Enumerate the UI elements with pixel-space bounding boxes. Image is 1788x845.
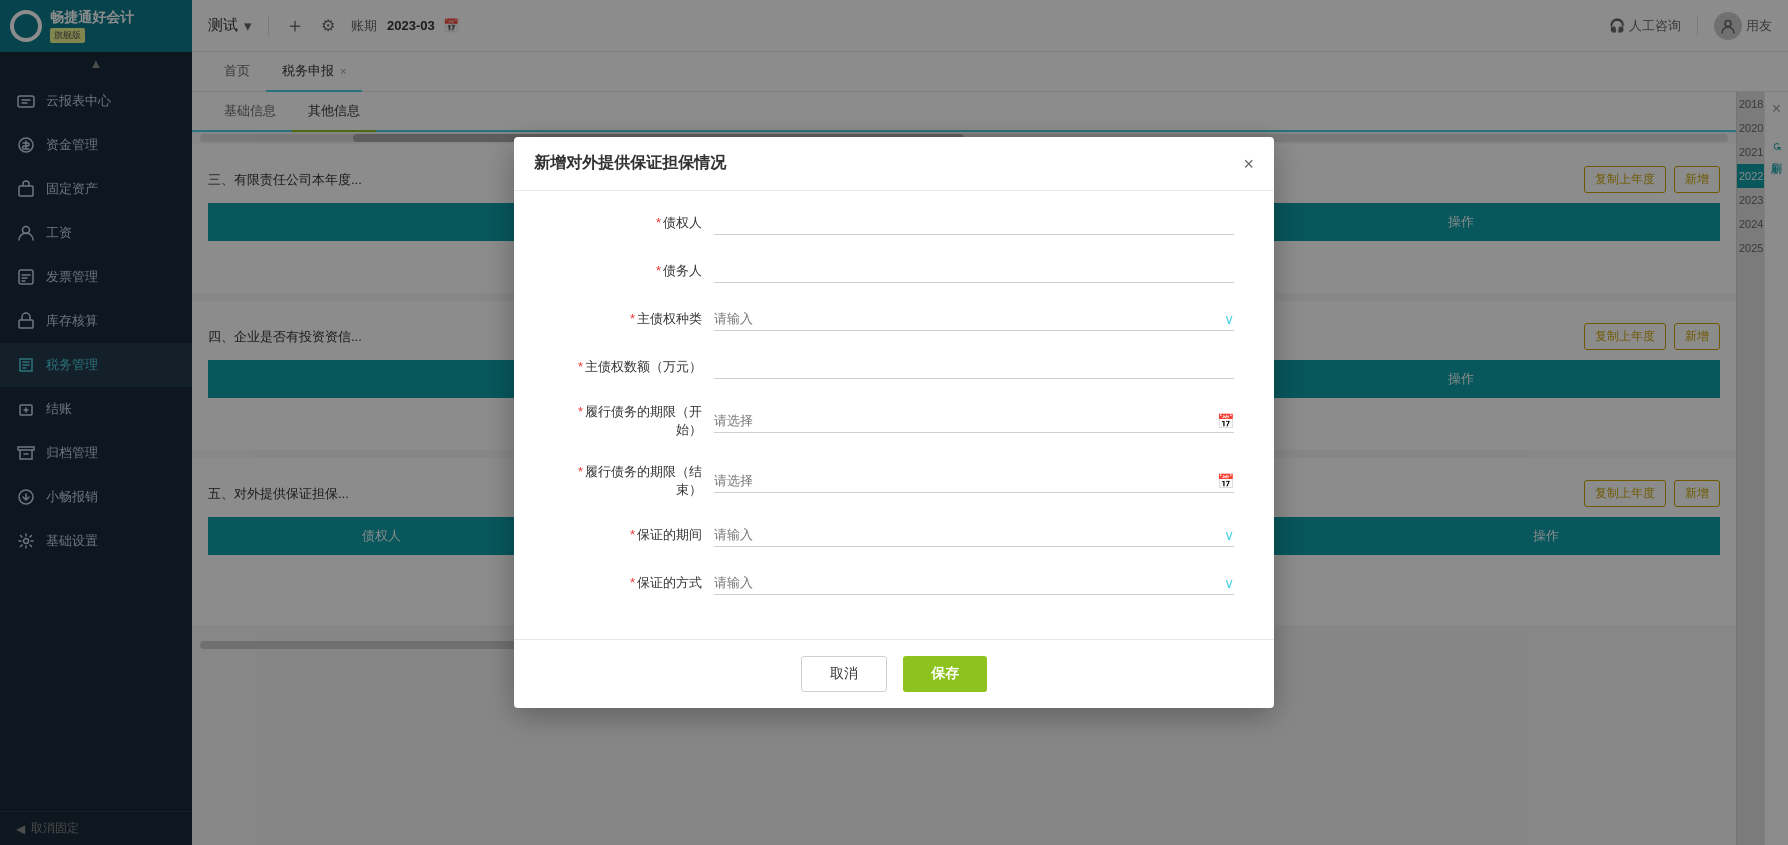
cancel-button[interactable]: 取消: [801, 656, 887, 692]
form-row-creditor: *债权人: [554, 211, 1234, 235]
form-row-debtor: *债务人: [554, 259, 1234, 283]
chevron-down-guarantee-method[interactable]: ∨: [1224, 575, 1234, 591]
input-debtor[interactable]: [714, 259, 1234, 283]
date-period-end[interactable]: 📅: [714, 469, 1234, 493]
label-guarantee-period: *保证的期间: [554, 526, 714, 544]
form-row-claim-amount: *主债权数额（万元）: [554, 355, 1234, 379]
input-period-start[interactable]: [714, 409, 1217, 432]
modal-header: 新增对外提供保证担保情况 ×: [514, 137, 1274, 191]
form-row-guarantee-period: *保证的期间 ∨: [554, 523, 1234, 547]
label-guarantee-method: *保证的方式: [554, 574, 714, 592]
chevron-down-guarantee-period[interactable]: ∨: [1224, 527, 1234, 543]
label-claim-type: *主债权种类: [554, 310, 714, 328]
input-period-end[interactable]: [714, 469, 1217, 492]
form-row-claim-type: *主债权种类 ∨: [554, 307, 1234, 331]
modal-close-button[interactable]: ×: [1243, 155, 1254, 173]
modal-body: *债权人 *债务人 *主债权种类 ∨: [514, 191, 1274, 639]
input-claim-amount[interactable]: [714, 355, 1234, 379]
input-guarantee-method[interactable]: [714, 571, 1224, 594]
form-row-period-end: *履行债务的期限（结束） 📅: [554, 463, 1234, 499]
label-debtor: *债务人: [554, 262, 714, 280]
select-guarantee-period[interactable]: ∨: [714, 523, 1234, 547]
label-period-start: *履行债务的期限（开始）: [554, 403, 714, 439]
calendar-period-start-icon[interactable]: 📅: [1217, 413, 1234, 429]
form-row-guarantee-method: *保证的方式 ∨: [554, 571, 1234, 595]
save-button[interactable]: 保存: [903, 656, 987, 692]
form-row-period-start: *履行债务的期限（开始） 📅: [554, 403, 1234, 439]
calendar-period-end-icon[interactable]: 📅: [1217, 473, 1234, 489]
modal-overlay: 新增对外提供保证担保情况 × *债权人 *债务人 *主债权种类: [0, 0, 1788, 845]
modal-title: 新增对外提供保证担保情况: [534, 153, 726, 174]
modal-footer: 取消 保存: [514, 639, 1274, 708]
select-claim-type[interactable]: ∨: [714, 307, 1234, 331]
input-creditor[interactable]: [714, 211, 1234, 235]
label-claim-amount: *主债权数额（万元）: [554, 358, 714, 376]
select-guarantee-method[interactable]: ∨: [714, 571, 1234, 595]
input-claim-type[interactable]: [714, 307, 1224, 330]
modal-add-guarantee: 新增对外提供保证担保情况 × *债权人 *债务人 *主债权种类: [514, 137, 1274, 708]
label-period-end: *履行债务的期限（结束）: [554, 463, 714, 499]
input-guarantee-period[interactable]: [714, 523, 1224, 546]
date-period-start[interactable]: 📅: [714, 409, 1234, 433]
label-creditor: *债权人: [554, 214, 714, 232]
chevron-down-claim-type[interactable]: ∨: [1224, 311, 1234, 327]
